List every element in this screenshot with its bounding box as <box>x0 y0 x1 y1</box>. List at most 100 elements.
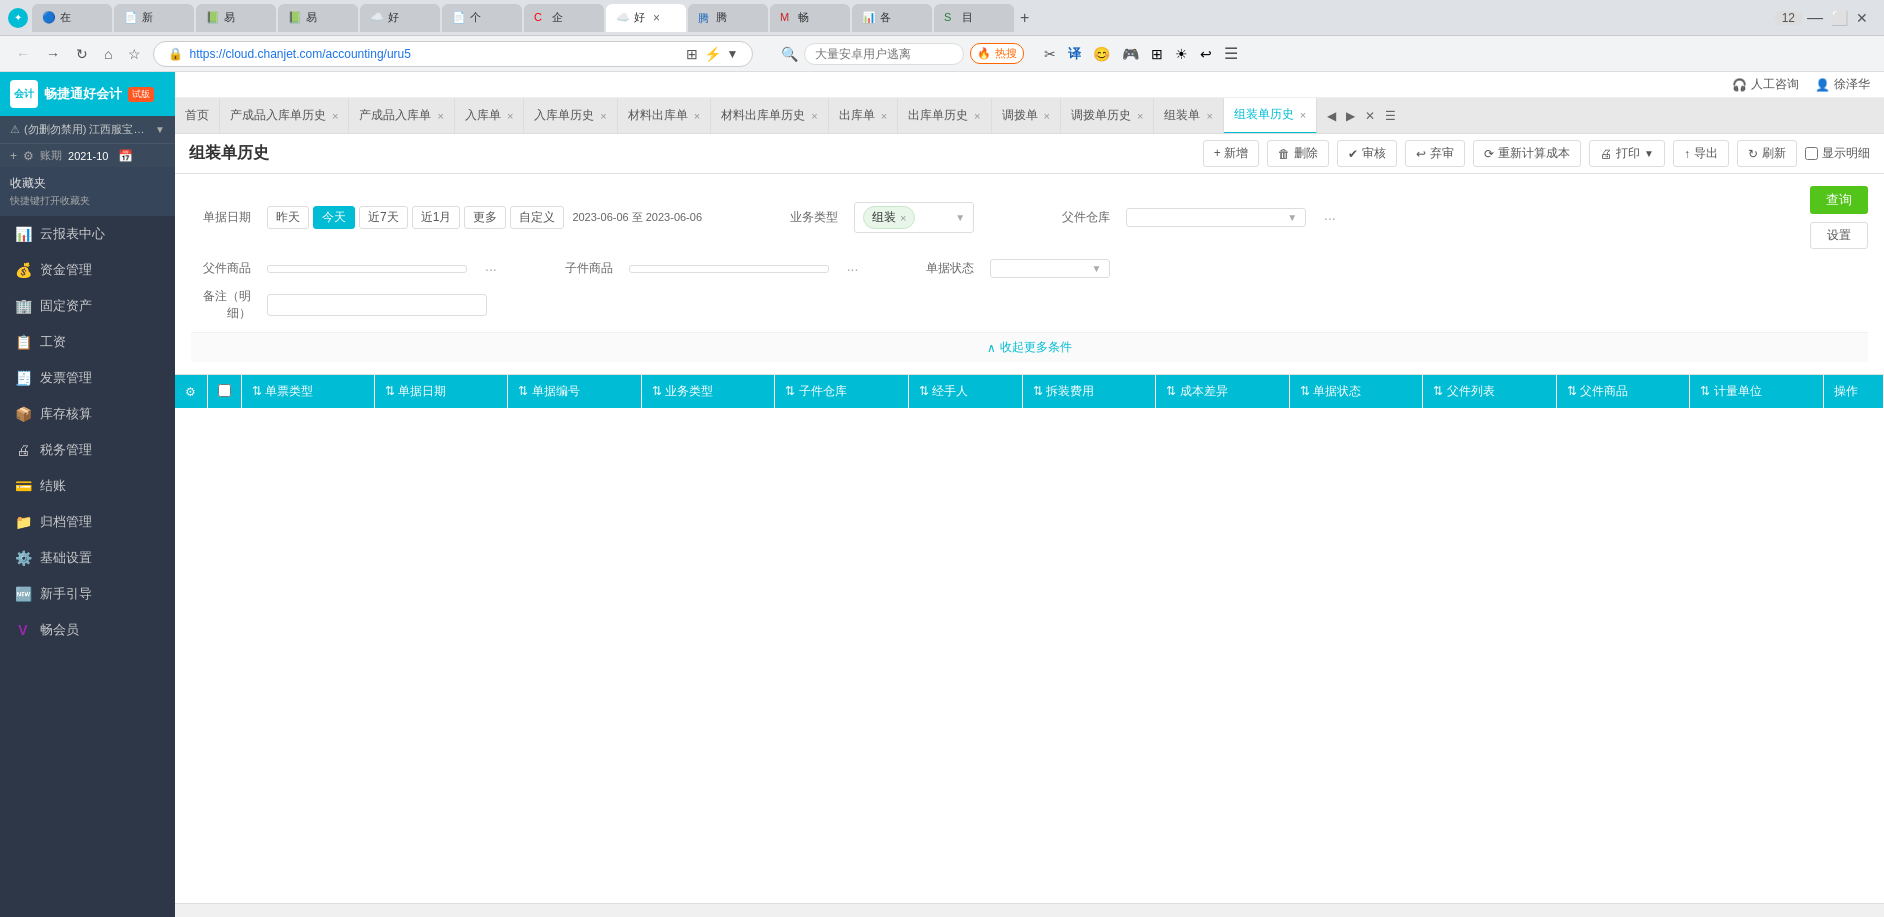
dropdown-arrow-icon[interactable]: ▼ <box>727 47 739 61</box>
tab-assembly[interactable]: 组装单 × <box>1154 98 1223 134</box>
date-btn-7days[interactable]: 近7天 <box>359 206 408 229</box>
browser-tab-1[interactable]: 🔵 在 <box>32 4 112 32</box>
sidebar-item-fund[interactable]: 💰 资金管理 <box>0 252 175 288</box>
sidebar-item-guide[interactable]: 🆕 新手引导 <box>0 576 175 612</box>
add-button[interactable]: + 新增 <box>1203 140 1259 167</box>
note-filter-input[interactable] <box>267 294 487 316</box>
back-button[interactable]: ← <box>12 42 34 66</box>
reload-button[interactable]: ↻ <box>72 42 92 66</box>
brightness-icon[interactable]: ☀ <box>1175 46 1188 62</box>
tab-close-product-in-history[interactable]: × <box>332 110 338 122</box>
company-selector[interactable]: ⚠ (勿删勿禁用) 江西服宝测试专用 ▼ <box>0 116 175 143</box>
browser-tab-8[interactable]: ☁️ 好 × <box>606 4 686 32</box>
parent-goods-filter[interactable] <box>267 265 467 273</box>
tab-close-product-in[interactable]: × <box>437 110 443 122</box>
tab-in-history[interactable]: 入库单历史 × <box>524 98 617 134</box>
tab-close-all[interactable]: ✕ <box>1361 107 1379 125</box>
minimize-icon[interactable]: — <box>1807 9 1823 27</box>
browser-tab-10[interactable]: M 畅 <box>770 4 850 32</box>
tab-material-out[interactable]: 材料出库单 × <box>618 98 711 134</box>
tab-out-history[interactable]: 出库单历史 × <box>898 98 991 134</box>
column-unit[interactable]: ⇅ 计量单位 <box>1690 375 1824 408</box>
tab-close-in-order[interactable]: × <box>507 110 513 122</box>
browser-tab-6[interactable]: 📄 个 <box>442 4 522 32</box>
tab-close-assembly-history[interactable]: × <box>1300 109 1306 121</box>
tab-arrow-left[interactable]: ◀ <box>1323 107 1340 125</box>
date-btn-1month[interactable]: 近1月 <box>412 206 461 229</box>
biz-type-filter[interactable]: 组装 × ▼ <box>854 202 974 233</box>
select-all-checkbox[interactable] <box>218 384 231 397</box>
column-order-status[interactable]: ⇅ 单据状态 <box>1289 375 1422 408</box>
tab-material-out-history[interactable]: 材料出库单历史 × <box>711 98 828 134</box>
tab-close-out-history[interactable]: × <box>974 110 980 122</box>
tab-close-material-out[interactable]: × <box>694 110 700 122</box>
sidebar-item-settlement[interactable]: 💳 结账 <box>0 468 175 504</box>
bookmark-section[interactable]: 收藏夹 快捷键打开收藏夹 <box>0 167 175 216</box>
column-handler[interactable]: ⇅ 经手人 <box>908 375 1022 408</box>
tab-close-transfer-history[interactable]: × <box>1137 110 1143 122</box>
tab-count-badge[interactable]: 12 <box>1774 11 1803 25</box>
biz-type-remove-icon[interactable]: × <box>900 212 906 224</box>
human-service-button[interactable]: 🎧 人工咨询 <box>1732 76 1799 93</box>
tab-product-in-history[interactable]: 产成品入库单历史 × <box>220 98 349 134</box>
maximize-icon[interactable]: ⬜ <box>1831 10 1848 26</box>
browser-tab-12[interactable]: S 目 <box>934 4 1014 32</box>
hot-search-button[interactable]: 🔥 热搜 <box>970 43 1023 64</box>
sidebar-item-basic-settings[interactable]: ⚙️ 基础设置 <box>0 540 175 576</box>
column-biz-type[interactable]: ⇅ 业务类型 <box>641 375 774 408</box>
tab-close-material-out-history[interactable]: × <box>811 110 817 122</box>
tab-menu[interactable]: ☰ <box>1381 107 1400 125</box>
column-checkbox[interactable] <box>207 375 241 408</box>
tab-home[interactable]: 首页 <box>175 98 220 134</box>
sidebar-item-archive[interactable]: 📁 归档管理 <box>0 504 175 540</box>
tab-out-order[interactable]: 出库单 × <box>829 98 898 134</box>
sidebar-item-vip[interactable]: V 畅会员 <box>0 612 175 648</box>
home-button[interactable]: ⌂ <box>100 42 116 66</box>
horizontal-scrollbar[interactable] <box>175 903 1884 917</box>
recalculate-button[interactable]: ⟳ 重新计算成本 <box>1473 140 1581 167</box>
date-btn-more[interactable]: 更多 <box>464 206 506 229</box>
address-bar[interactable]: 🔒 https://cloud.chanjet.com/accounting/u… <box>153 41 753 67</box>
browser-tab-11[interactable]: 📊 各 <box>852 4 932 32</box>
browser-tab-5[interactable]: ☁️ 好 <box>360 4 440 32</box>
tab-product-in[interactable]: 产成品入库单 × <box>349 98 454 134</box>
tab-transfer[interactable]: 调拨单 × <box>992 98 1061 134</box>
emoji-icon[interactable]: 😊 <box>1093 46 1110 62</box>
bookmark-button[interactable]: ☆ <box>124 42 145 66</box>
translate-icon[interactable]: 译 <box>1068 45 1081 63</box>
abandon-button[interactable]: ↩ 弃审 <box>1405 140 1465 167</box>
browser-tab-2[interactable]: 📄 新 <box>114 4 194 32</box>
column-parent-goods[interactable]: ⇅ 父件商品 <box>1556 375 1689 408</box>
scissors-icon[interactable]: ✂ <box>1044 46 1056 62</box>
sidebar-item-tax[interactable]: 🖨 税务管理 <box>0 432 175 468</box>
date-btn-custom[interactable]: 自定义 <box>510 206 564 229</box>
sidebar-item-cloud-report[interactable]: 📊 云报表中心 <box>0 216 175 252</box>
forward-button[interactable]: → <box>42 42 64 66</box>
tab-close-8[interactable]: × <box>653 11 660 25</box>
parent-goods-more-icon[interactable]: ··· <box>485 261 497 277</box>
show-detail-checkbox[interactable] <box>1805 147 1818 160</box>
tab-close-in-history[interactable]: × <box>600 110 606 122</box>
delete-button[interactable]: 🗑 删除 <box>1267 140 1329 167</box>
parent-warehouse-filter[interactable]: ▼ <box>1126 208 1306 227</box>
sidebar-item-inventory[interactable]: 📦 库存核算 <box>0 396 175 432</box>
row1-more-icon[interactable]: ··· <box>1324 210 1336 226</box>
apps-icon[interactable]: ⊞ <box>1151 46 1163 62</box>
settings-button[interactable]: 设置 <box>1810 222 1868 249</box>
browser-tab-4[interactable]: 📗 易 <box>278 4 358 32</box>
column-settings[interactable]: ⚙ <box>175 375 207 408</box>
tab-transfer-history[interactable]: 调拨单历史 × <box>1061 98 1154 134</box>
new-tab-button[interactable]: + <box>1020 9 1029 27</box>
tab-close-assembly[interactable]: × <box>1206 110 1212 122</box>
child-goods-more-icon[interactable]: ··· <box>847 261 859 277</box>
browser-tab-3[interactable]: 📗 易 <box>196 4 276 32</box>
browser-tab-9[interactable]: 腾 腾 <box>688 4 768 32</box>
query-button[interactable]: 查询 <box>1810 186 1868 214</box>
tab-in-order[interactable]: 入库单 × <box>455 98 524 134</box>
order-status-filter[interactable]: ▼ <box>990 259 1110 278</box>
column-parent-list[interactable]: ⇅ 父件列表 <box>1423 375 1556 408</box>
tab-close-out-order[interactable]: × <box>881 110 887 122</box>
sidebar-item-salary[interactable]: 📋 工资 <box>0 324 175 360</box>
column-cost-diff[interactable]: ⇅ 成本差异 <box>1156 375 1289 408</box>
collapse-button[interactable]: ∧ 收起更多条件 <box>191 332 1868 362</box>
